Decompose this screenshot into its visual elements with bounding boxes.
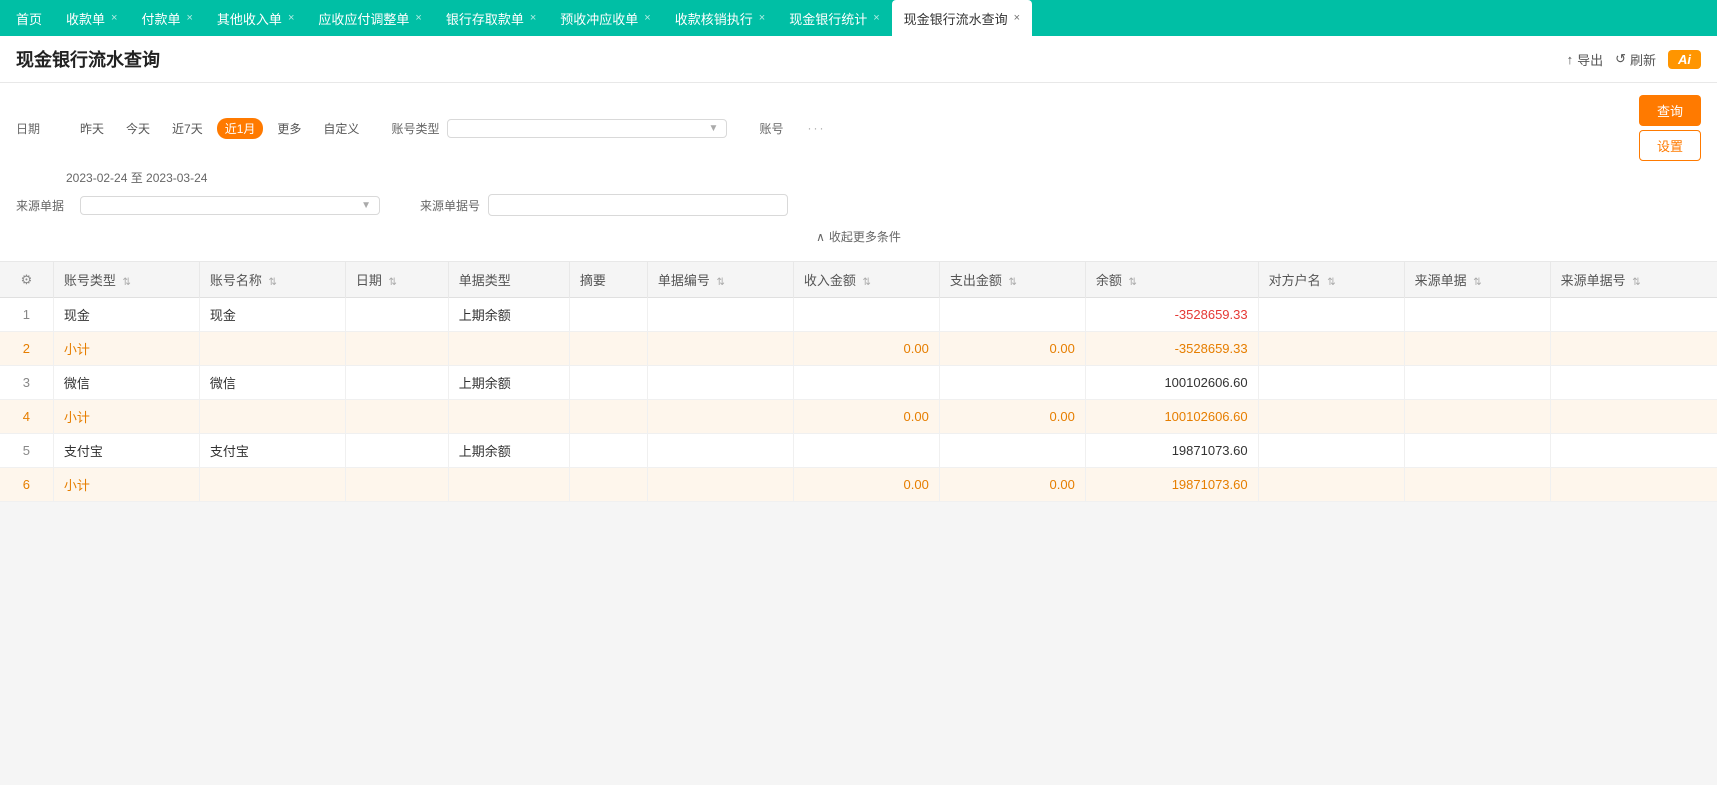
table-row: 1现金现金上期余额-3528659.33 [0, 298, 1717, 332]
table-row: 6小计0.000.0019871073.60 [0, 468, 1717, 502]
nav-item-bank-deposit[interactable]: 银行存取款单 × [434, 0, 548, 36]
collapse-icon: ∧ [816, 230, 825, 244]
page-title: 现金银行流水查询 [16, 46, 160, 72]
account-type-label: 账号类型 [391, 120, 439, 137]
date-btn-today[interactable]: 今天 [118, 118, 158, 139]
close-icon[interactable]: × [759, 12, 765, 24]
th-source-doc-num[interactable]: 来源单据号 ⇅ [1550, 262, 1717, 298]
table-body: 1现金现金上期余额-3528659.332小计0.000.00-3528659.… [0, 298, 1717, 502]
close-icon[interactable]: × [873, 12, 879, 24]
refresh-icon: ↺ [1615, 51, 1626, 67]
filter-row-2: 来源单据 ▼ 来源单据号 [16, 194, 1701, 216]
account-more-icon[interactable]: ··· [807, 121, 825, 135]
date-btn-yesterday[interactable]: 昨天 [72, 118, 112, 139]
chevron-down-icon: ▼ [361, 200, 371, 211]
table-container: ⚙ 账号类型 ⇅ 账号名称 ⇅ 日期 ⇅ 单据类型 摘要 单据编号 ⇅ 收入金额… [0, 262, 1717, 502]
account-label: 账号 [759, 120, 799, 137]
close-icon[interactable]: × [530, 12, 536, 24]
th-source-doc[interactable]: 来源单据 ⇅ [1404, 262, 1550, 298]
table-row: 4小计0.000.00100102606.60 [0, 400, 1717, 434]
settings-button[interactable]: 设置 [1639, 130, 1701, 161]
close-icon[interactable]: × [415, 12, 421, 24]
close-icon[interactable]: × [288, 12, 294, 24]
date-range-display: 2023-02-24 至 2023-03-24 [66, 171, 207, 185]
th-doc-type: 单据类型 [448, 262, 569, 298]
filter-row-1: 日期 昨天 今天 近7天 近1月 更多 自定义 账号类型 ▼ 账号 ··· 查询… [16, 95, 1701, 161]
nav-item-bank-flow[interactable]: 现金银行流水查询 × [892, 0, 1032, 36]
nav-item-advance[interactable]: 预收冲应收单 × [548, 0, 662, 36]
nav-item-home[interactable]: 首页 [4, 0, 54, 36]
date-btn-more[interactable]: 更多 [269, 118, 309, 139]
close-icon[interactable]: × [644, 12, 650, 24]
nav-item-receipts[interactable]: 收款单 × [54, 0, 129, 36]
header-actions: ↑ 导出 ↺ 刷新 Ai [1567, 50, 1701, 69]
source-doc-num-label: 来源单据号 [420, 197, 480, 214]
top-navigation: 首页 收款单 × 付款单 × 其他收入单 × 应收应付调整单 × 银行存取款单 … [0, 0, 1717, 36]
data-table: ⚙ 账号类型 ⇅ 账号名称 ⇅ 日期 ⇅ 单据类型 摘要 单据编号 ⇅ 收入金额… [0, 262, 1717, 502]
table-header-row: ⚙ 账号类型 ⇅ 账号名称 ⇅ 日期 ⇅ 单据类型 摘要 单据编号 ⇅ 收入金额… [0, 262, 1717, 298]
table-row: 3微信微信上期余额100102606.60 [0, 366, 1717, 400]
source-doc-num-input[interactable] [488, 194, 788, 216]
th-balance[interactable]: 余额 ⇅ [1085, 262, 1258, 298]
nav-item-verify[interactable]: 收款核销执行 × [663, 0, 777, 36]
nav-item-adjustment[interactable]: 应收应付调整单 × [306, 0, 433, 36]
date-options: 昨天 今天 近7天 近1月 更多 自定义 [72, 118, 367, 139]
close-icon[interactable]: × [186, 12, 192, 24]
th-account-name[interactable]: 账号名称 ⇅ [199, 262, 345, 298]
account-type-select[interactable]: ▼ [447, 119, 727, 138]
source-doc-label: 来源单据 [16, 197, 64, 214]
query-button[interactable]: 查询 [1639, 95, 1701, 126]
th-summary: 摘要 [569, 262, 647, 298]
close-icon[interactable]: × [111, 12, 117, 24]
th-doc-number[interactable]: 单据编号 ⇅ [647, 262, 793, 298]
ai-button[interactable]: Ai [1668, 50, 1701, 69]
nav-item-other-income[interactable]: 其他收入单 × [205, 0, 306, 36]
th-date[interactable]: 日期 ⇅ [345, 262, 448, 298]
export-button[interactable]: ↑ 导出 [1567, 50, 1604, 69]
date-label: 日期 [16, 120, 56, 137]
th-counterpart[interactable]: 对方户名 ⇅ [1258, 262, 1404, 298]
th-expense[interactable]: 支出金额 ⇅ [939, 262, 1085, 298]
th-income[interactable]: 收入金额 ⇅ [793, 262, 939, 298]
filter-area: 日期 昨天 今天 近7天 近1月 更多 自定义 账号类型 ▼ 账号 ··· 查询… [0, 83, 1717, 262]
nav-item-bank-stats[interactable]: 现金银行统计 × [777, 0, 891, 36]
date-btn-7days[interactable]: 近7天 [164, 118, 211, 139]
th-account-type[interactable]: 账号类型 ⇅ [53, 262, 199, 298]
page-header: 现金银行流水查询 ↑ 导出 ↺ 刷新 Ai [0, 36, 1717, 83]
collapse-button[interactable]: ∧ 收起更多条件 [812, 224, 905, 249]
date-btn-custom[interactable]: 自定义 [315, 118, 367, 139]
chevron-down-icon: ▼ [709, 123, 719, 134]
nav-item-payments[interactable]: 付款单 × [129, 0, 204, 36]
date-btn-1month[interactable]: 近1月 [217, 118, 264, 139]
table-row: 5支付宝支付宝上期余额19871073.60 [0, 434, 1717, 468]
export-icon: ↑ [1567, 52, 1574, 67]
th-gear[interactable]: ⚙ [0, 262, 53, 298]
refresh-button[interactable]: ↺ 刷新 [1615, 50, 1656, 69]
source-doc-select[interactable]: ▼ [80, 196, 380, 215]
table-row: 2小计0.000.00-3528659.33 [0, 332, 1717, 366]
close-icon[interactable]: × [1014, 12, 1020, 24]
